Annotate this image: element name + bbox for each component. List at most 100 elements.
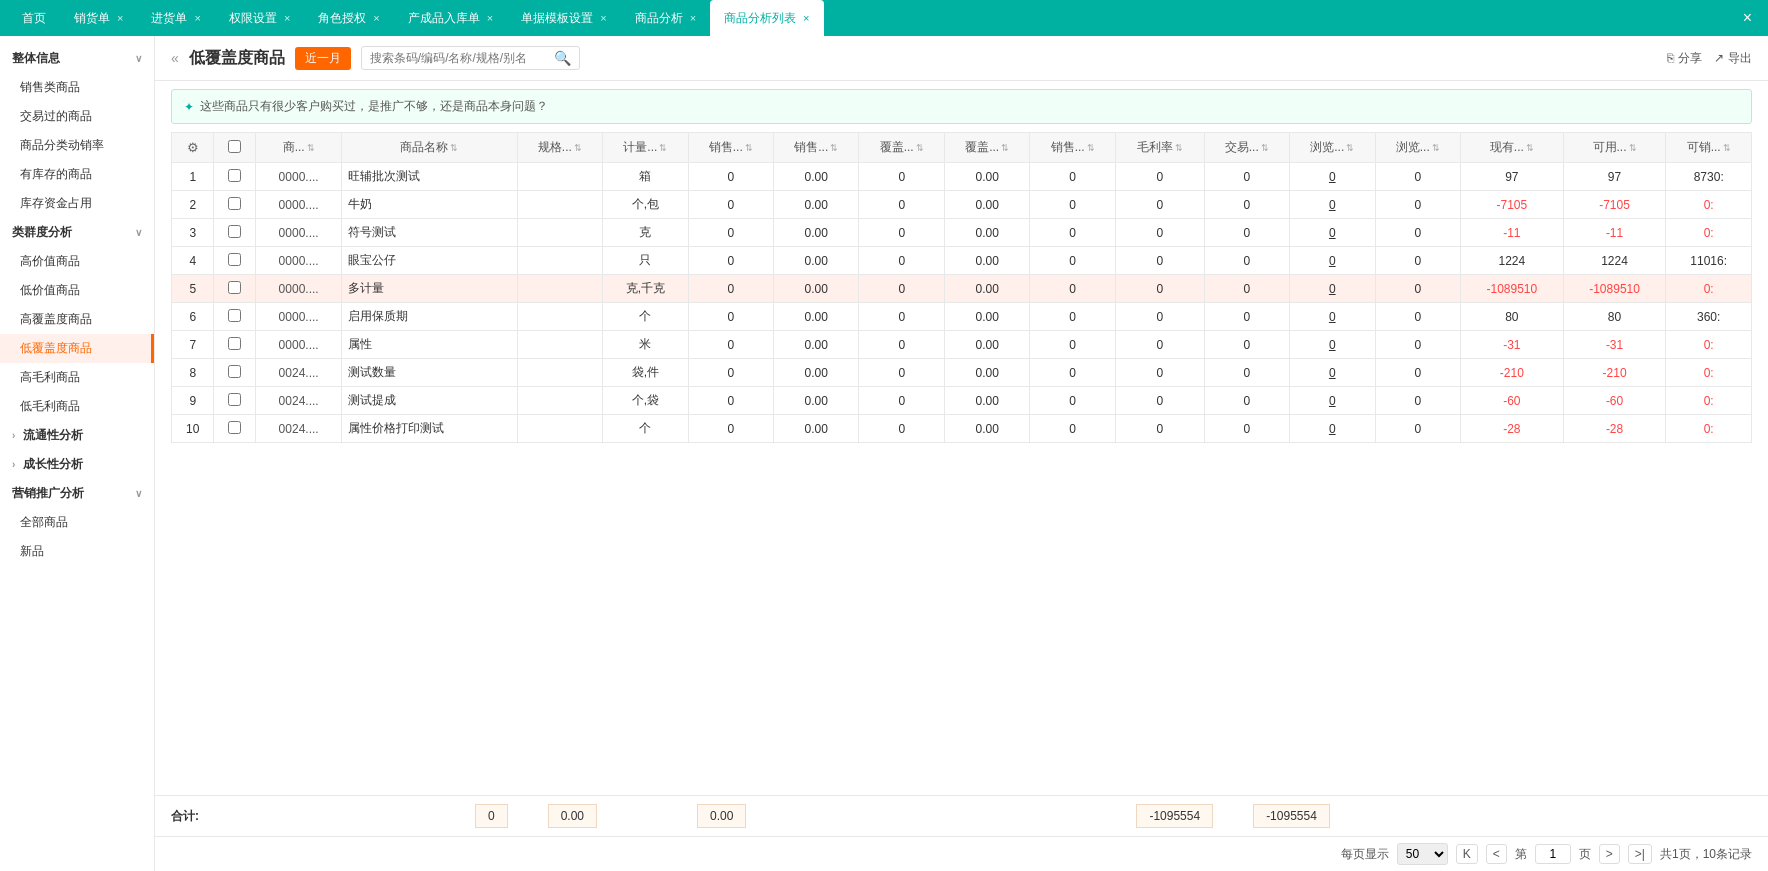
row-view1[interactable]: 0 [1290, 219, 1375, 247]
sidebar-item-stocked[interactable]: 有库存的商品 [0, 160, 154, 189]
search-icon[interactable]: 🔍 [554, 50, 571, 66]
page-number-input[interactable] [1535, 844, 1571, 864]
nav-purchase[interactable]: 进货单 × [137, 0, 214, 36]
sidebar-item-sales-goods[interactable]: 销售类商品 [0, 73, 154, 102]
sidebar-collapse-button[interactable]: « [171, 50, 179, 66]
row-select-checkbox[interactable] [228, 169, 241, 182]
nav-permissions-close[interactable]: × [284, 12, 290, 24]
sidebar-item-traded[interactable]: 交易过的商品 [0, 102, 154, 131]
sidebar-section-marketing[interactable]: 营销推广分析 ∨ [0, 479, 154, 508]
first-page-button[interactable]: K [1456, 844, 1478, 864]
row-name[interactable]: 属性 [341, 331, 517, 359]
sidebar-item-low-margin[interactable]: 低毛利商品 [0, 392, 154, 421]
row-select-checkbox[interactable] [228, 197, 241, 210]
row-view1[interactable]: 0 [1290, 163, 1375, 191]
row-name[interactable]: 眼宝公仔 [341, 247, 517, 275]
view1-link[interactable]: 0 [1329, 254, 1336, 268]
row-checkbox[interactable] [214, 247, 256, 275]
nav-sales[interactable]: 销货单 × [60, 0, 137, 36]
row-view1[interactable]: 0 [1290, 359, 1375, 387]
page-size-select[interactable]: 50 100 200 [1397, 843, 1448, 865]
sidebar-item-high-coverage[interactable]: 高覆盖度商品 [0, 305, 154, 334]
next-page-button[interactable]: > [1599, 844, 1620, 864]
row-view1[interactable]: 0 [1290, 387, 1375, 415]
row-checkbox[interactable] [214, 415, 256, 443]
row-select-checkbox[interactable] [228, 365, 241, 378]
window-close-button[interactable]: × [1735, 9, 1760, 27]
view1-link[interactable]: 0 [1329, 282, 1336, 296]
sidebar-item-all-goods[interactable]: 全部商品 [0, 508, 154, 537]
sidebar-section-growth[interactable]: › 成长性分析 [0, 450, 154, 479]
sidebar-item-low-coverage[interactable]: 低覆盖度商品 [0, 334, 154, 363]
row-select-checkbox[interactable] [228, 281, 241, 294]
sidebar-section-liquidity[interactable]: › 流通性分析 [0, 421, 154, 450]
row-select-checkbox[interactable] [228, 421, 241, 434]
row-select-checkbox[interactable] [228, 253, 241, 266]
row-name[interactable]: 旺辅批次测试 [341, 163, 517, 191]
select-all-checkbox[interactable] [228, 140, 241, 153]
view1-link[interactable]: 0 [1329, 310, 1336, 324]
view1-link[interactable]: 0 [1329, 198, 1336, 212]
last-page-button[interactable]: >| [1628, 844, 1652, 864]
row-checkbox[interactable] [214, 191, 256, 219]
sidebar-section-overall[interactable]: 整体信息 ∨ [0, 44, 154, 73]
nav-templates-close[interactable]: × [600, 12, 606, 24]
settings-icon[interactable]: ⚙ [187, 140, 199, 155]
nav-products-close[interactable]: × [487, 12, 493, 24]
col-settings[interactable]: ⚙ [172, 133, 214, 163]
view1-link[interactable]: 0 [1329, 422, 1336, 436]
row-view1[interactable]: 0 [1290, 303, 1375, 331]
sidebar-item-high-margin[interactable]: 高毛利商品 [0, 363, 154, 392]
row-view1[interactable]: 0 [1290, 247, 1375, 275]
nav-analysis-list-close[interactable]: × [803, 12, 809, 24]
row-name[interactable]: 多计量 [341, 275, 517, 303]
nav-sales-close[interactable]: × [117, 12, 123, 24]
view1-link[interactable]: 0 [1329, 226, 1336, 240]
time-filter-button[interactable]: 近一月 [295, 47, 351, 70]
sidebar-item-high-value[interactable]: 高价值商品 [0, 247, 154, 276]
row-checkbox[interactable] [214, 219, 256, 247]
row-name[interactable]: 启用保质期 [341, 303, 517, 331]
nav-roles-close[interactable]: × [373, 12, 379, 24]
export-button[interactable]: ↗ 导出 [1714, 50, 1752, 67]
row-checkbox[interactable] [214, 275, 256, 303]
sidebar-section-cluster[interactable]: 类群度分析 ∨ [0, 218, 154, 247]
row-select-checkbox[interactable] [228, 225, 241, 238]
sidebar-item-new-goods[interactable]: 新品 [0, 537, 154, 566]
nav-purchase-close[interactable]: × [194, 12, 200, 24]
prev-page-button[interactable]: < [1486, 844, 1507, 864]
nav-analysis-close[interactable]: × [690, 12, 696, 24]
view1-link[interactable]: 0 [1329, 170, 1336, 184]
sidebar-item-category-rate[interactable]: 商品分类动销率 [0, 131, 154, 160]
row-checkbox[interactable] [214, 303, 256, 331]
nav-products[interactable]: 产成品入库单 × [394, 0, 507, 36]
nav-permissions[interactable]: 权限设置 × [215, 0, 304, 36]
row-view1[interactable]: 0 [1290, 275, 1375, 303]
sidebar-item-low-value[interactable]: 低价值商品 [0, 276, 154, 305]
nav-home[interactable]: 首页 [8, 0, 60, 36]
view1-link[interactable]: 0 [1329, 366, 1336, 380]
row-name[interactable]: 测试提成 [341, 387, 517, 415]
search-input[interactable] [370, 51, 550, 65]
row-name[interactable]: 测试数量 [341, 359, 517, 387]
nav-analysis-list[interactable]: 商品分析列表 × [710, 0, 823, 36]
row-select-checkbox[interactable] [228, 337, 241, 350]
row-view1[interactable]: 0 [1290, 331, 1375, 359]
view1-link[interactable]: 0 [1329, 338, 1336, 352]
sidebar-item-capital[interactable]: 库存资金占用 [0, 189, 154, 218]
nav-roles[interactable]: 角色授权 × [304, 0, 393, 36]
row-select-checkbox[interactable] [228, 393, 241, 406]
row-view1[interactable]: 0 [1290, 415, 1375, 443]
nav-analysis[interactable]: 商品分析 × [621, 0, 710, 36]
row-checkbox[interactable] [214, 359, 256, 387]
row-name[interactable]: 属性价格打印测试 [341, 415, 517, 443]
row-checkbox[interactable] [214, 331, 256, 359]
row-checkbox[interactable] [214, 387, 256, 415]
row-checkbox[interactable] [214, 163, 256, 191]
row-select-checkbox[interactable] [228, 309, 241, 322]
row-name[interactable]: 符号测试 [341, 219, 517, 247]
nav-templates[interactable]: 单据模板设置 × [507, 0, 620, 36]
row-name[interactable]: 牛奶 [341, 191, 517, 219]
view1-link[interactable]: 0 [1329, 394, 1336, 408]
row-view1[interactable]: 0 [1290, 191, 1375, 219]
